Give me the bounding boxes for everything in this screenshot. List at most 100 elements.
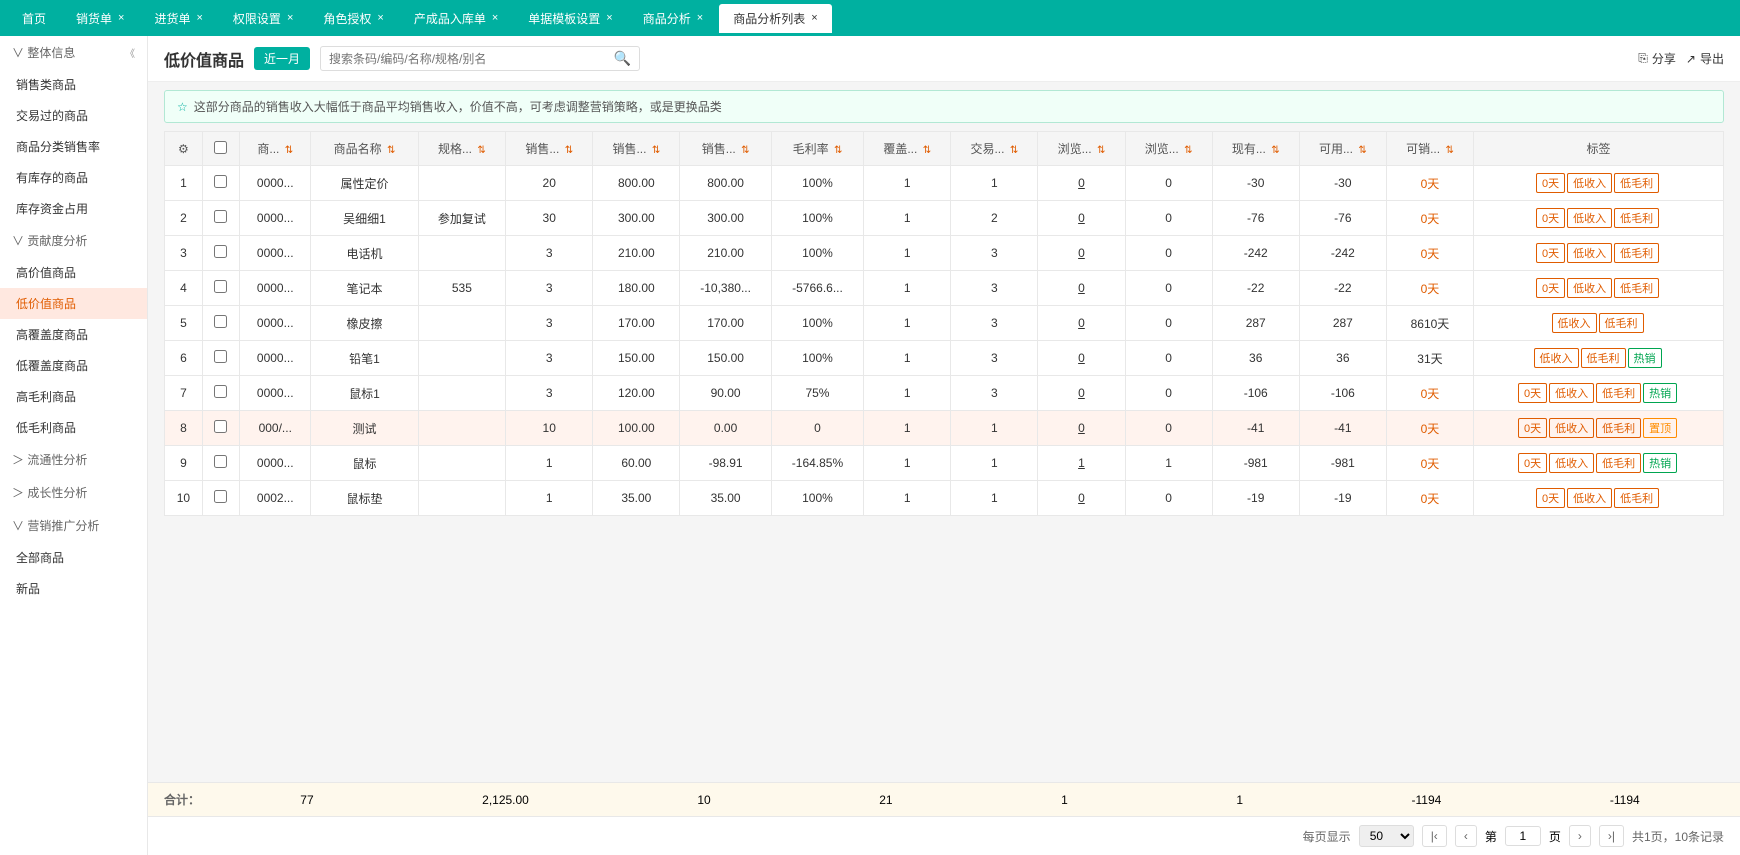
tag: 低毛利 — [1599, 313, 1644, 333]
available-col-header[interactable]: 可用... ⇅ — [1299, 132, 1386, 166]
row-select-checkbox[interactable] — [214, 280, 227, 293]
page-input[interactable] — [1505, 826, 1541, 846]
sidebar-item-low-value[interactable]: 低价值商品 — [0, 288, 147, 319]
search-icon[interactable]: 🔍 — [614, 50, 631, 67]
sidebar-item-stock-funds[interactable]: 库存资金占用 — [0, 193, 147, 224]
sidebar-group-marketing[interactable]: ∨ 营销推广分析 — [0, 509, 147, 542]
row-checkbox[interactable] — [202, 166, 239, 201]
nav-tab-purchase[interactable]: 进货单 × — [140, 4, 216, 33]
row-select-checkbox[interactable] — [214, 315, 227, 328]
row-tags: 0天低收入低毛利 — [1474, 236, 1724, 271]
row-pageviews1[interactable]: 0 — [1038, 376, 1125, 411]
sidebar-item-high-margin[interactable]: 高毛利商品 — [0, 381, 147, 412]
transactions-col-header[interactable]: 交易... ⇅ — [951, 132, 1038, 166]
row-select-checkbox[interactable] — [214, 420, 227, 433]
table-row: 6 0000... 铅笔1 3 150.00 150.00 100% 1 3 0… — [165, 341, 1724, 376]
row-checkbox[interactable] — [202, 341, 239, 376]
sidebar-group-growth[interactable]: ＞ 成长性分析 — [0, 476, 147, 509]
sidebar-item-category-sales-rate[interactable]: 商品分类销售率 — [0, 131, 147, 162]
row-select-checkbox[interactable] — [214, 245, 227, 258]
sidebar-group-circulation[interactable]: ＞ 流通性分析 — [0, 443, 147, 476]
row-select-checkbox[interactable] — [214, 490, 227, 503]
close-icon[interactable]: × — [606, 12, 612, 24]
row-checkbox[interactable] — [202, 201, 239, 236]
row-checkbox[interactable] — [202, 411, 239, 446]
tag: 低毛利 — [1614, 243, 1659, 263]
sidebar-item-sales-products[interactable]: 销售类商品 — [0, 69, 147, 100]
sidebar-item-stock-products[interactable]: 有库存的商品 — [0, 162, 147, 193]
sidebar-item-new-products[interactable]: 新品 — [0, 573, 147, 604]
checkbox-col-header[interactable] — [202, 132, 239, 166]
sidebar-item-low-coverage[interactable]: 低覆盖度商品 — [0, 350, 147, 381]
row-checkbox[interactable] — [202, 446, 239, 481]
sidebar-item-high-value[interactable]: 高价值商品 — [0, 257, 147, 288]
close-icon[interactable]: × — [287, 12, 293, 24]
nav-tab-analysis-list[interactable]: 商品分析列表 × — [719, 4, 831, 33]
sidebar-group-contribution[interactable]: ∨ 贡献度分析 — [0, 224, 147, 257]
nav-tab-roles[interactable]: 角色授权 × — [309, 4, 397, 33]
settings-col-header[interactable]: ⚙ — [165, 132, 203, 166]
sidebar-item-high-coverage[interactable]: 高覆盖度商品 — [0, 319, 147, 350]
sales-qty-col-header[interactable]: 销售... ⇅ — [506, 132, 593, 166]
row-pageviews1[interactable]: 0 — [1038, 481, 1125, 516]
row-checkbox[interactable] — [202, 271, 239, 306]
row-gross-rate: 100% — [771, 166, 863, 201]
sidebar-item-traded-products[interactable]: 交易过的商品 — [0, 100, 147, 131]
row-sellable: 8610天 — [1386, 306, 1473, 341]
nav-tab-analysis[interactable]: 商品分析 × — [629, 4, 717, 33]
close-icon[interactable]: × — [811, 12, 817, 24]
nav-tab-home[interactable]: 首页 — [8, 4, 60, 33]
time-filter-button[interactable]: 近一月 — [254, 47, 310, 70]
share-button[interactable]: ⎘ 分享 — [1638, 50, 1676, 67]
name-col-header[interactable]: 商品名称 ⇅ — [311, 132, 418, 166]
pageviews2-col-header[interactable]: 浏览... ⇅ — [1125, 132, 1212, 166]
stock-col-header[interactable]: 现有... ⇅ — [1212, 132, 1299, 166]
row-pageviews1[interactable]: 0 — [1038, 166, 1125, 201]
sales-amount-col-header[interactable]: 销售... ⇅ — [593, 132, 680, 166]
close-icon[interactable]: × — [118, 12, 124, 24]
row-pageviews1[interactable]: 0 — [1038, 271, 1125, 306]
row-checkbox[interactable] — [202, 376, 239, 411]
row-select-checkbox[interactable] — [214, 385, 227, 398]
row-pageviews1[interactable]: 0 — [1038, 306, 1125, 341]
nav-tab-sales[interactable]: 销货单 × — [62, 4, 138, 33]
row-select-checkbox[interactable] — [214, 350, 227, 363]
row-pageviews1[interactable]: 0 — [1038, 341, 1125, 376]
prev-page-button[interactable]: ‹ — [1455, 825, 1477, 847]
row-pageviews1[interactable]: 0 — [1038, 411, 1125, 446]
last-page-button[interactable]: ›| — [1599, 825, 1624, 847]
row-select-checkbox[interactable] — [214, 210, 227, 223]
coverage-col-header[interactable]: 覆盖... ⇅ — [864, 132, 951, 166]
close-icon[interactable]: × — [697, 12, 703, 24]
select-all-checkbox[interactable] — [214, 141, 227, 154]
row-checkbox[interactable] — [202, 481, 239, 516]
gross-rate-col-header[interactable]: 毛利率 ⇅ — [771, 132, 863, 166]
row-select-checkbox[interactable] — [214, 455, 227, 468]
sidebar-group-overview[interactable]: ∨ 整体信息 《 — [0, 36, 147, 69]
row-pageviews2: 0 — [1125, 236, 1212, 271]
row-select-checkbox[interactable] — [214, 175, 227, 188]
code-col-header[interactable]: 商... ⇅ — [240, 132, 311, 166]
row-checkbox[interactable] — [202, 306, 239, 341]
close-icon[interactable]: × — [492, 12, 498, 24]
search-input[interactable] — [329, 52, 610, 66]
close-icon[interactable]: × — [377, 12, 383, 24]
next-page-button[interactable]: › — [1569, 825, 1591, 847]
close-icon[interactable]: × — [196, 12, 202, 24]
spec-col-header[interactable]: 规格... ⇅ — [418, 132, 506, 166]
export-button[interactable]: ↗ 导出 — [1686, 50, 1724, 67]
sidebar-item-all-products[interactable]: 全部商品 — [0, 542, 147, 573]
sales-gross-col-header[interactable]: 销售... ⇅ — [680, 132, 771, 166]
row-checkbox[interactable] — [202, 236, 239, 271]
sellable-col-header[interactable]: 可销... ⇅ — [1386, 132, 1473, 166]
nav-tab-templates[interactable]: 单据模板设置 × — [514, 4, 626, 33]
nav-tab-permissions[interactable]: 权限设置 × — [219, 4, 307, 33]
row-pageviews1[interactable]: 1 — [1038, 446, 1125, 481]
pageviews1-col-header[interactable]: 浏览... ⇅ — [1038, 132, 1125, 166]
first-page-button[interactable]: |‹ — [1422, 825, 1447, 847]
row-pageviews1[interactable]: 0 — [1038, 201, 1125, 236]
per-page-select[interactable]: 50 100 200 — [1359, 825, 1414, 847]
sidebar-item-low-margin[interactable]: 低毛利商品 — [0, 412, 147, 443]
nav-tab-products[interactable]: 产成品入库单 × — [400, 4, 512, 33]
row-pageviews1[interactable]: 0 — [1038, 236, 1125, 271]
